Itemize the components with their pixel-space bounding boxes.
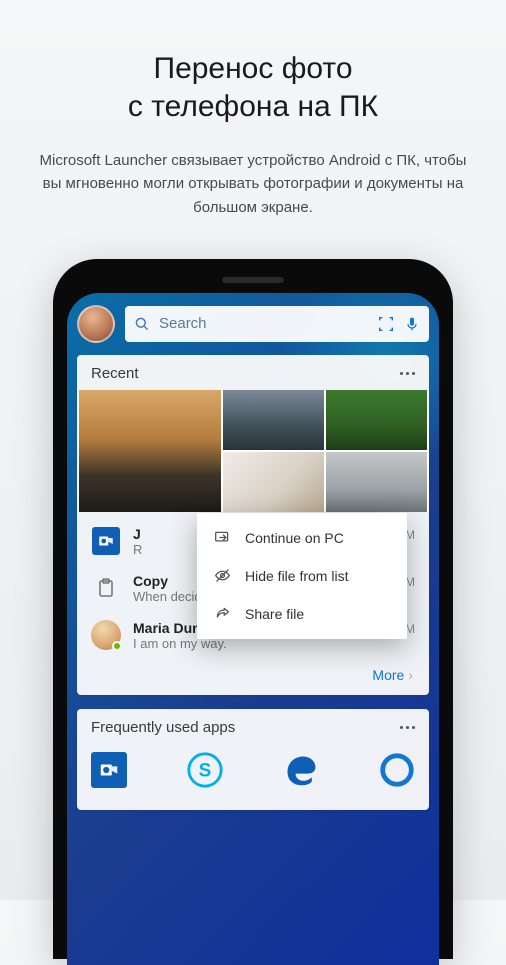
context-hide-file[interactable]: Hide file from list [197, 557, 407, 595]
photo-gallery[interactable] [77, 390, 429, 512]
svg-text:S: S [199, 760, 212, 781]
phone-frame: Recent J R 10:22 [53, 259, 453, 959]
user-avatar[interactable] [77, 305, 115, 343]
scan-icon[interactable] [377, 315, 395, 333]
phone-screen: Recent J R 10:22 [67, 293, 439, 965]
gallery-photo[interactable] [326, 452, 427, 512]
presence-indicator [112, 641, 122, 651]
hero-subtitle: Microsoft Launcher связывает устройство … [0, 149, 506, 259]
app-outlook[interactable] [89, 750, 129, 790]
frequent-apps-card: Frequently used apps S [77, 709, 429, 810]
gallery-photo[interactable] [79, 390, 221, 512]
context-continue-on-pc[interactable]: Continue on PC [197, 519, 407, 557]
contact-avatar [91, 620, 121, 650]
recent-title: Recent [91, 365, 139, 382]
phone-speaker [222, 277, 284, 283]
more-icon[interactable] [400, 372, 415, 375]
frequent-apps-title: Frequently used apps [91, 719, 235, 736]
more-link[interactable]: More› [77, 661, 429, 695]
gallery-photo[interactable] [326, 390, 427, 450]
clipboard-icon [91, 573, 121, 603]
context-share-file[interactable]: Share file [197, 595, 407, 633]
context-item-label: Continue on PC [245, 530, 344, 546]
continue-on-pc-icon [213, 529, 231, 547]
hide-icon [213, 567, 231, 585]
gallery-photo[interactable] [223, 390, 324, 450]
context-menu: Continue on PC Hide file from list Share… [197, 513, 407, 639]
app-edge[interactable] [281, 750, 321, 790]
gallery-photo[interactable] [223, 452, 324, 512]
context-item-label: Hide file from list [245, 568, 348, 584]
context-item-label: Share file [245, 606, 304, 622]
hero-title: Перенос фото с телефона на ПК [0, 0, 506, 149]
chevron-right-icon: › [408, 667, 413, 683]
share-icon [213, 605, 231, 623]
search-bar[interactable] [125, 306, 429, 342]
app-skype[interactable]: S [185, 750, 225, 790]
microphone-icon[interactable] [403, 315, 421, 333]
outlook-icon [92, 527, 120, 555]
more-icon[interactable] [400, 726, 415, 729]
app-cortana[interactable] [377, 750, 417, 790]
recent-card: Recent J R 10:22 [77, 355, 429, 695]
search-icon [133, 315, 151, 333]
search-input[interactable] [159, 315, 369, 332]
